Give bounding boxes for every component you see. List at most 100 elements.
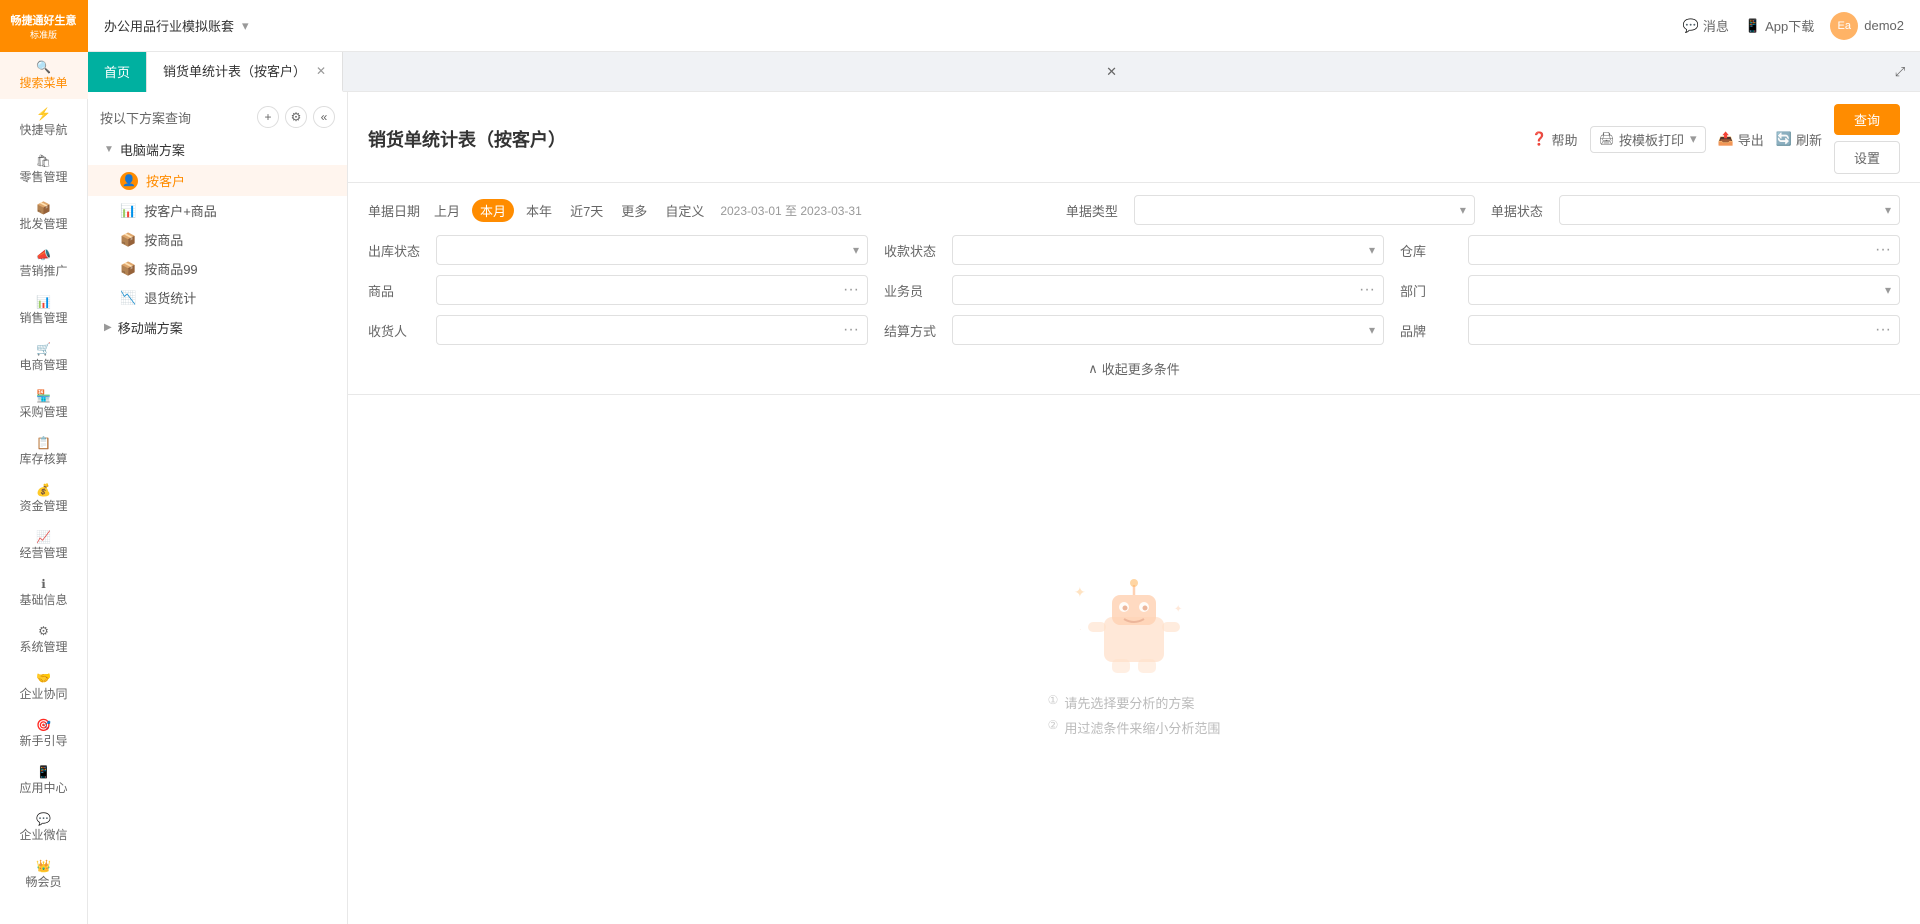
export-btn[interactable]: 📤 导出 bbox=[1718, 130, 1764, 149]
settings-button[interactable]: 设置 bbox=[1834, 141, 1900, 174]
sidebar-item-operations[interactable]: 📈 经营管理 bbox=[0, 522, 88, 569]
date-filter: 单据日期 上月 本月 本年 近7天 更多 自定义 2023-03-01 至 20… bbox=[368, 199, 1050, 222]
right-panel: 销货单统计表（按客户） ❓ 帮助 🖨 按模板打印 ▾ 📤 导出 bbox=[348, 92, 1920, 924]
help-btn[interactable]: ❓ 帮助 bbox=[1531, 130, 1577, 149]
order-status-input[interactable]: ▾ bbox=[1559, 195, 1900, 225]
page-title: 销货单统计表（按客户） bbox=[368, 126, 566, 152]
sidebar-item-wholesale[interactable]: 📦 批发管理 bbox=[0, 193, 88, 240]
recipient-label: 收货人 bbox=[368, 321, 428, 340]
content-area: 按以下方案查询 + ⚙ « ▼ 电脑端方案 👤 按客户 📊 按客户+商品 bbox=[88, 92, 1920, 924]
payment-status-filter: 收款状态 ▾ bbox=[884, 235, 1384, 265]
app-logo: 畅捷通好生意 标准版 bbox=[0, 0, 88, 52]
scheme-by-product-99[interactable]: 📦 按商品99 bbox=[88, 254, 347, 283]
recipient-dots[interactable]: ··· bbox=[843, 321, 859, 339]
query-button[interactable]: 查询 bbox=[1834, 104, 1900, 135]
payment-status-chevron: ▾ bbox=[1369, 243, 1375, 257]
date-opt-last-month[interactable]: 上月 bbox=[428, 199, 466, 222]
sidebar-item-inventory[interactable]: 📋 库存核算 bbox=[0, 428, 88, 475]
order-type-input[interactable]: ▾ bbox=[1134, 195, 1475, 225]
warehouse-filter: 仓库 ··· bbox=[1400, 235, 1900, 265]
date-opt-custom[interactable]: 自定义 bbox=[659, 199, 710, 222]
salesperson-input[interactable]: ··· bbox=[952, 275, 1384, 305]
inventory-icon: 📋 bbox=[36, 436, 51, 450]
brand-input[interactable]: ··· bbox=[1468, 315, 1900, 345]
payment-status-input[interactable]: ▾ bbox=[952, 235, 1384, 265]
sidebar-item-retail[interactable]: 🛍 零售管理 bbox=[0, 146, 88, 193]
window-close-btn[interactable]: ✕ bbox=[1092, 52, 1132, 92]
print-dropdown-icon[interactable]: ▾ bbox=[1690, 131, 1697, 147]
product-dots[interactable]: ··· bbox=[843, 281, 859, 299]
message-btn[interactable]: 💬 消息 bbox=[1683, 16, 1729, 35]
salesperson-dots[interactable]: ··· bbox=[1359, 281, 1375, 299]
mobile-group[interactable]: ▶ 移动端方案 bbox=[88, 312, 347, 343]
sidebar-item-label: 系统管理 bbox=[19, 638, 67, 655]
window-maximize-btn[interactable]: ⤢ bbox=[1880, 52, 1920, 92]
customer-scheme-icon: 👤 bbox=[120, 172, 138, 190]
out-status-label: 出库状态 bbox=[368, 241, 428, 260]
refresh-label: 刷新 bbox=[1796, 130, 1822, 149]
sidebar-item-sales[interactable]: 📊 销售管理 bbox=[0, 287, 88, 334]
sidebar-item-enterprise[interactable]: 🤝 企业协同 bbox=[0, 663, 88, 710]
finance-icon: 💰 bbox=[36, 483, 51, 497]
date-opt-this-year[interactable]: 本年 bbox=[520, 199, 558, 222]
date-opt-this-month[interactable]: 本月 bbox=[472, 199, 514, 222]
warehouse-dots[interactable]: ··· bbox=[1875, 241, 1891, 259]
sidebar-item-label: 企业微信 bbox=[19, 826, 67, 843]
tab-sales-report[interactable]: 销货单统计表（按客户） ✕ bbox=[147, 52, 343, 92]
collapse-panel-btn[interactable]: « bbox=[313, 106, 335, 128]
sidebar-item-system[interactable]: ⚙ 系统管理 bbox=[0, 616, 88, 663]
settings-scheme-btn[interactable]: ⚙ bbox=[285, 106, 307, 128]
app-download-btn[interactable]: 📱 App下载 bbox=[1745, 16, 1814, 35]
tab-close-icon[interactable]: ✕ bbox=[316, 64, 326, 78]
date-opt-7-days[interactable]: 近7天 bbox=[564, 199, 609, 222]
settlement-input[interactable]: ▾ bbox=[952, 315, 1384, 345]
scheme-by-customer[interactable]: 👤 按客户 bbox=[88, 165, 347, 196]
department-label: 部门 bbox=[1400, 281, 1460, 300]
sidebar-item-search-menu[interactable]: 🔍 搜索菜单 bbox=[0, 52, 88, 99]
department-input[interactable]: ▾ bbox=[1468, 275, 1900, 305]
sidebar-item-new-guide[interactable]: 🎯 新手引导 bbox=[0, 710, 88, 757]
product-label: 商品 bbox=[368, 281, 428, 300]
warehouse-input[interactable]: ··· bbox=[1468, 235, 1900, 265]
tree-expand-icon: ▼ bbox=[104, 144, 114, 155]
marketing-icon: 📣 bbox=[36, 248, 51, 262]
refresh-icon: 🔄 bbox=[1776, 131, 1792, 147]
scheme-by-customer-product[interactable]: 📊 按客户+商品 bbox=[88, 196, 347, 225]
scheme-return-stats[interactable]: 📉 退货统计 bbox=[88, 283, 347, 312]
empty-state: ✦ ✦ · ① 请先选择要分析的方案 ② 用过 bbox=[1048, 577, 1221, 743]
sidebar-item-purchase[interactable]: 🏪 采购管理 bbox=[0, 381, 88, 428]
collapse-btn[interactable]: ∧ 收起更多条件 bbox=[1088, 355, 1180, 382]
out-status-input[interactable]: ▾ bbox=[436, 235, 868, 265]
brand-label: 品牌 bbox=[1400, 321, 1460, 340]
sidebar-item-label: 经营管理 bbox=[19, 544, 67, 561]
sidebar-item-enterprise-wx[interactable]: 💬 企业微信 bbox=[0, 804, 88, 851]
search-icon: 🔍 bbox=[36, 60, 51, 74]
sidebar-item-basic-info[interactable]: ℹ 基础信息 bbox=[0, 569, 88, 616]
scheme-by-product[interactable]: 📦 按商品 bbox=[88, 225, 347, 254]
refresh-btn[interactable]: 🔄 刷新 bbox=[1776, 130, 1822, 149]
user-menu[interactable]: Ea demo2 bbox=[1830, 12, 1904, 40]
empty-hints: ① 请先选择要分析的方案 ② 用过滤条件来缩小分析范围 bbox=[1048, 693, 1221, 743]
page-actions: ❓ 帮助 🖨 按模板打印 ▾ 📤 导出 🔄 刷新 bbox=[1531, 104, 1900, 174]
product-input[interactable]: ··· bbox=[436, 275, 868, 305]
sidebar-item-finance[interactable]: 💰 资金管理 bbox=[0, 475, 88, 522]
sidebar-item-vip[interactable]: 👑 畅会员 bbox=[0, 851, 88, 898]
recipient-input[interactable]: ··· bbox=[436, 315, 868, 345]
sidebar-item-marketing[interactable]: 📣 营销推广 bbox=[0, 240, 88, 287]
sidebar-item-app-center[interactable]: 📱 应用中心 bbox=[0, 757, 88, 804]
desktop-group[interactable]: ▼ 电脑端方案 bbox=[88, 134, 347, 165]
dropdown-icon[interactable]: ▾ bbox=[242, 18, 249, 34]
sidebar-item-quick-nav[interactable]: ⚡ 快捷导航 bbox=[0, 99, 88, 146]
date-opt-more[interactable]: 更多 bbox=[615, 199, 653, 222]
sidebar-item-label: 畅会员 bbox=[25, 873, 61, 890]
app-name: 畅捷通好生意 bbox=[11, 12, 77, 28]
ecommerce-icon: 🛒 bbox=[36, 342, 51, 356]
tab-home[interactable]: 首页 bbox=[88, 52, 147, 92]
sidebar-item-label: 资金管理 bbox=[19, 497, 67, 514]
add-scheme-btn[interactable]: + bbox=[257, 106, 279, 128]
sidebar-item-ecommerce[interactable]: 🛒 电商管理 bbox=[0, 334, 88, 381]
page-header: 销货单统计表（按客户） ❓ 帮助 🖨 按模板打印 ▾ 📤 导出 bbox=[348, 92, 1920, 183]
brand-dots[interactable]: ··· bbox=[1875, 321, 1891, 339]
purchase-icon: 🏪 bbox=[36, 389, 51, 403]
print-btn[interactable]: 🖨 按模板打印 ▾ bbox=[1590, 126, 1706, 153]
